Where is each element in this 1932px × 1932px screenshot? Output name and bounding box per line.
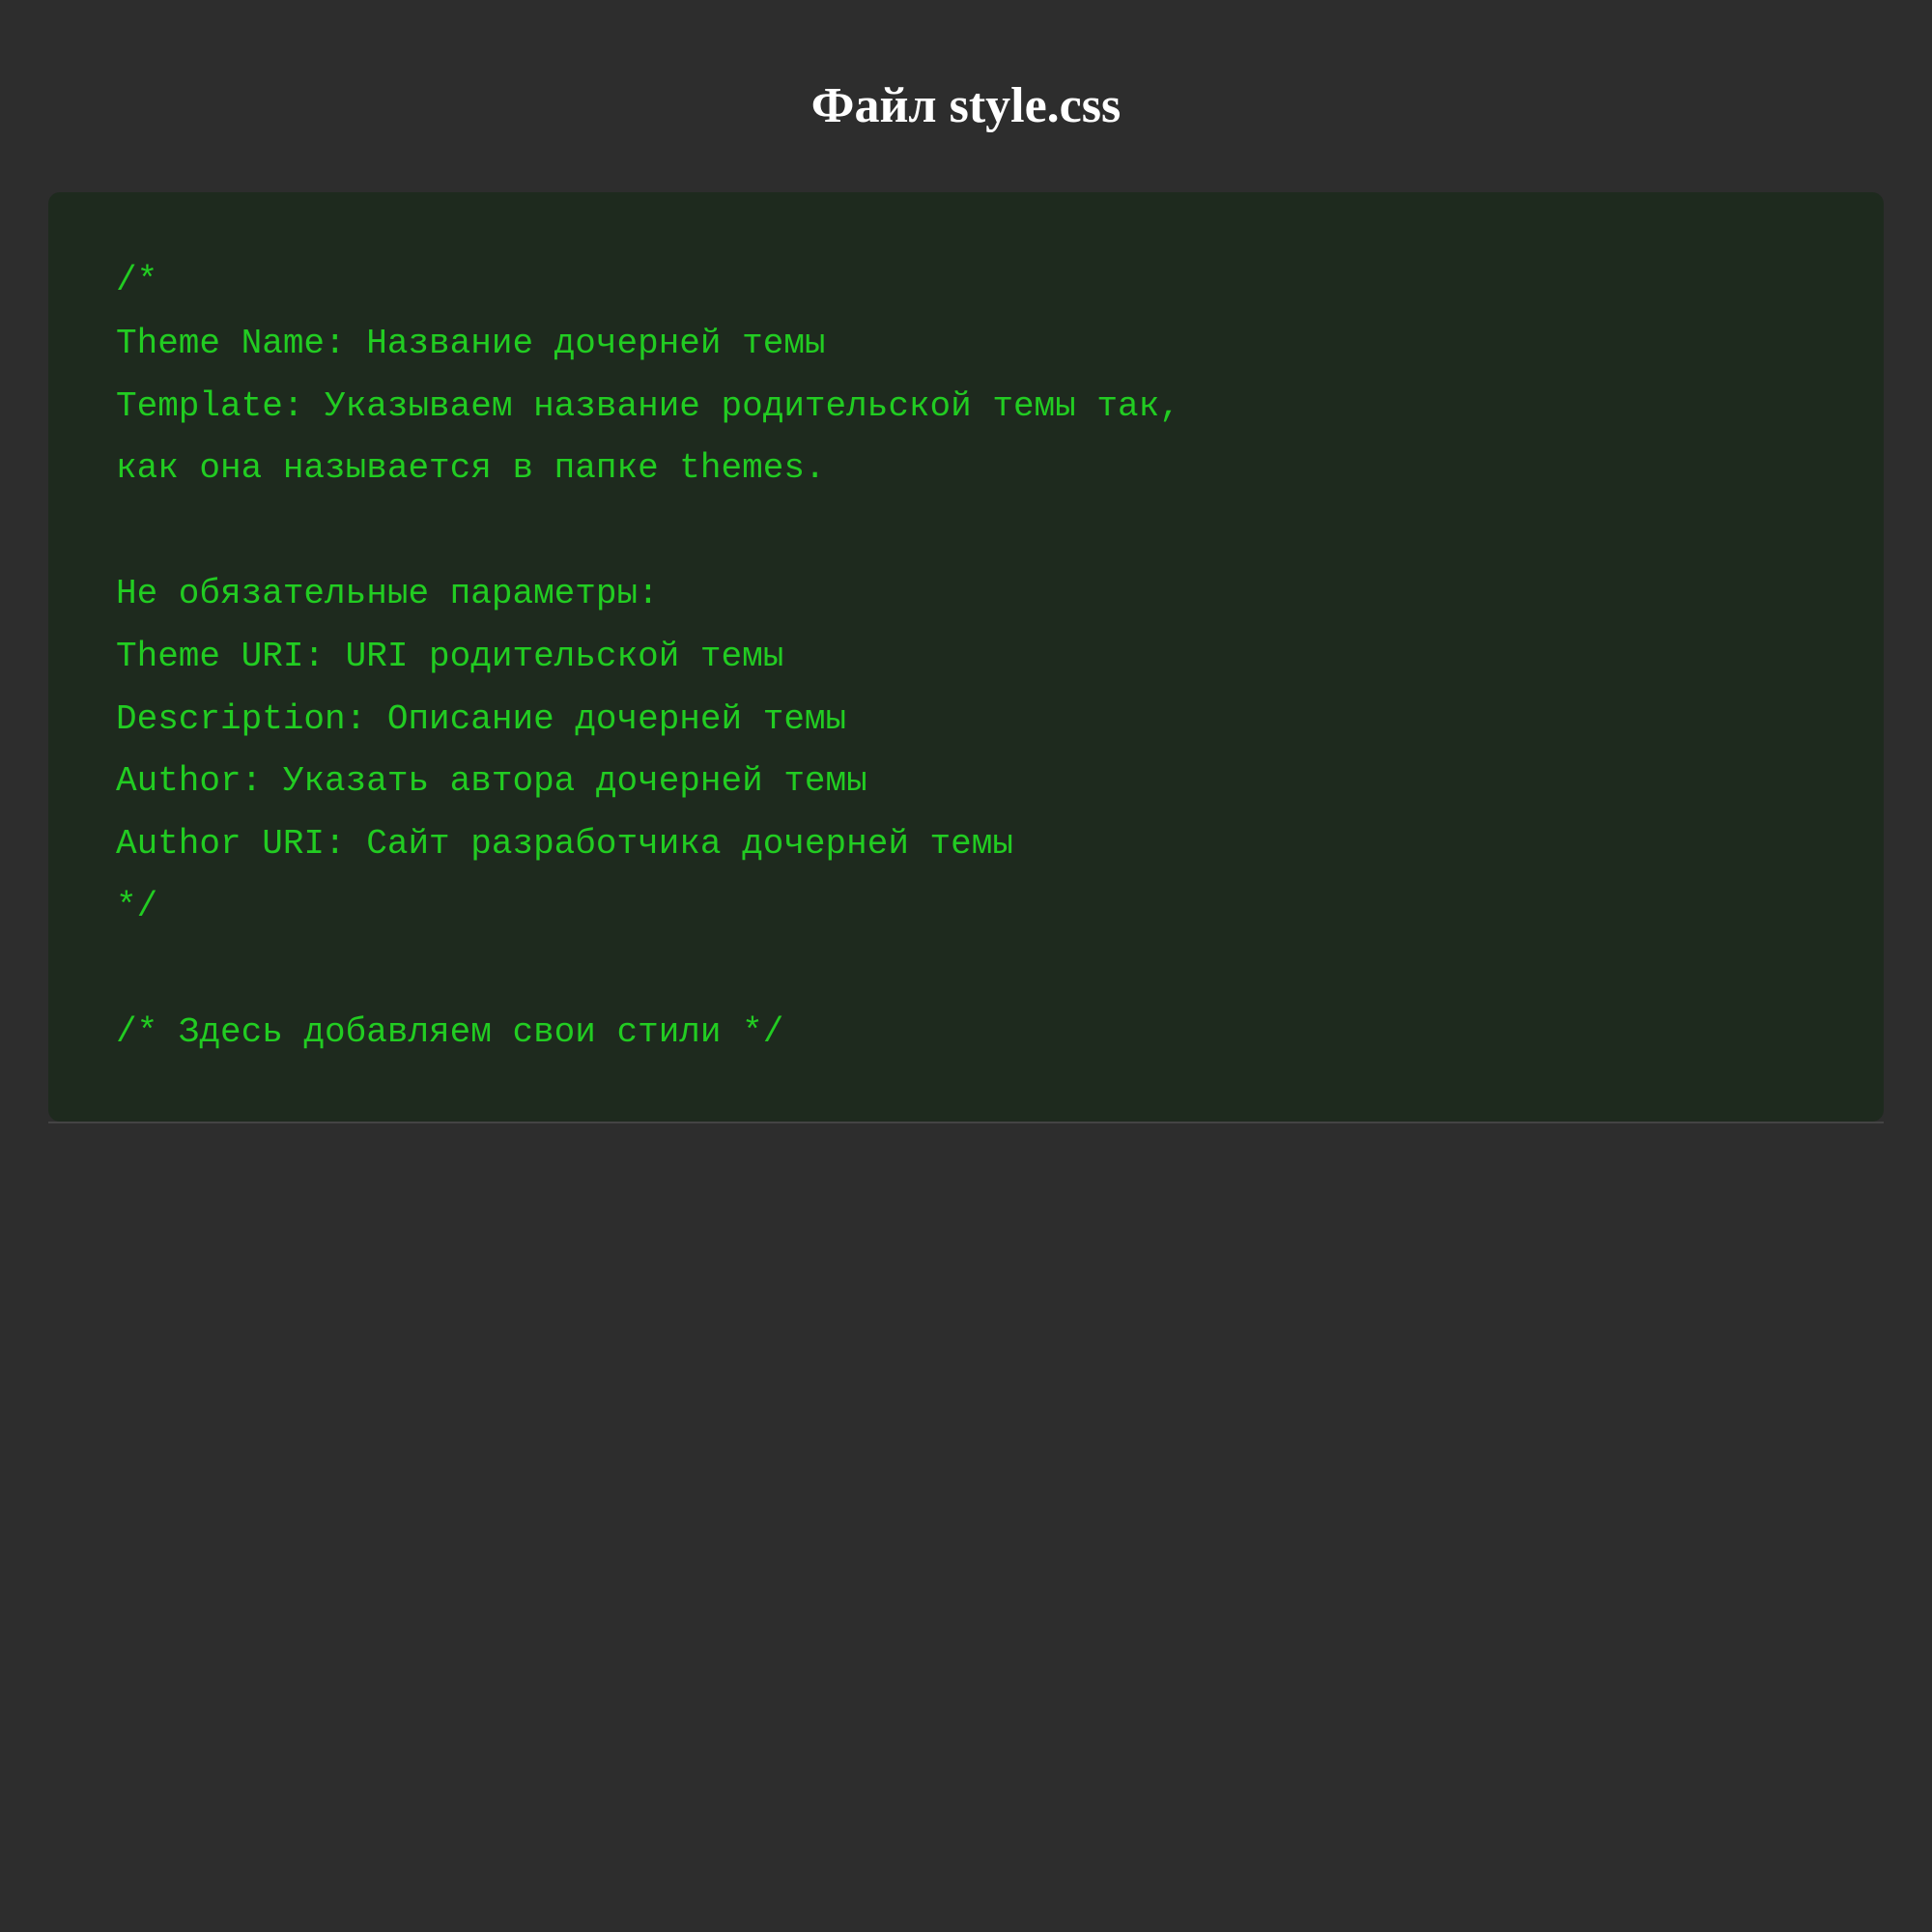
- page-title: Файл style.css: [811, 77, 1121, 134]
- divider: [48, 1122, 1884, 1123]
- code-block: /* Theme Name: Название дочерней темы Te…: [48, 192, 1884, 1122]
